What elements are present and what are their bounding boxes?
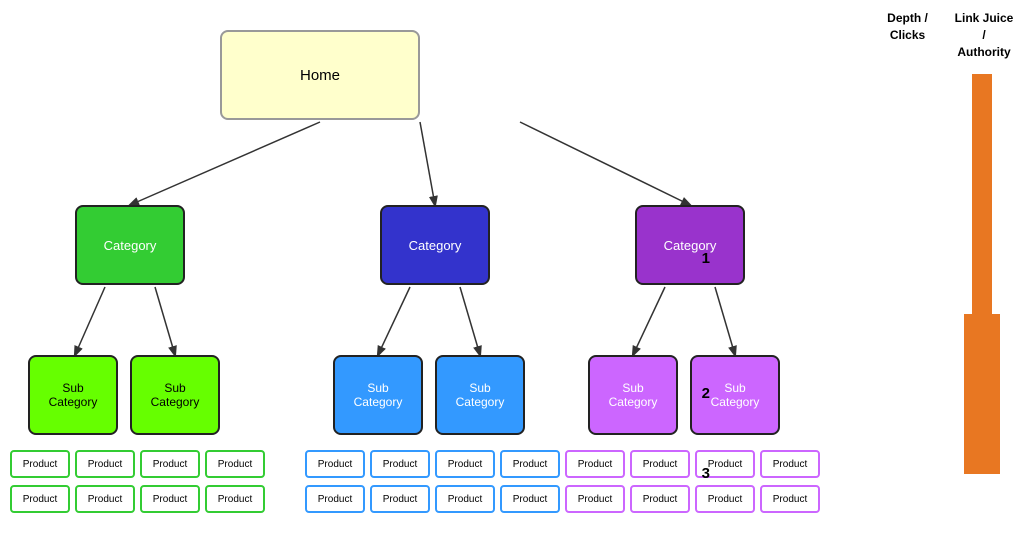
subcategory-1a-label: SubCategory bbox=[49, 381, 98, 409]
product-b2: Product bbox=[370, 450, 430, 478]
product-b8: Product bbox=[500, 485, 560, 513]
product-p1: Product bbox=[565, 450, 625, 478]
subcategory-2a-label: SubCategory bbox=[354, 381, 403, 409]
product-b7: Product bbox=[435, 485, 495, 513]
product-b4: Product bbox=[500, 450, 560, 478]
product-p5: Product bbox=[565, 485, 625, 513]
depth-label-2: 2 bbox=[702, 385, 710, 402]
subcategory-node-2b: SubCategory bbox=[435, 355, 525, 435]
home-label: Home bbox=[300, 67, 340, 84]
product-g1: Product bbox=[10, 450, 70, 478]
product-g2: Product bbox=[75, 450, 135, 478]
product-p6: Product bbox=[630, 485, 690, 513]
category-node-3: Category bbox=[635, 205, 745, 285]
subcategory-node-1a: SubCategory bbox=[28, 355, 118, 435]
product-g8: Product bbox=[205, 485, 265, 513]
product-g4: Product bbox=[205, 450, 265, 478]
link-juice-label: Link Juice /Authority bbox=[952, 10, 1017, 60]
product-g7: Product bbox=[140, 485, 200, 513]
orange-arrow-svg bbox=[964, 74, 1000, 474]
product-b3: Product bbox=[435, 450, 495, 478]
subcategory-3b-label: SubCategory bbox=[711, 381, 760, 409]
subcategory-1b-label: SubCategory bbox=[151, 381, 200, 409]
depth-clicks-label: Depth /Clicks bbox=[878, 10, 938, 60]
category-node-1: Category bbox=[75, 205, 185, 285]
product-g6: Product bbox=[75, 485, 135, 513]
subcategory-node-3a: SubCategory bbox=[588, 355, 678, 435]
product-p7: Product bbox=[695, 485, 755, 513]
depth-label-1: 1 bbox=[702, 250, 710, 267]
product-g3: Product bbox=[140, 450, 200, 478]
category-node-2: Category bbox=[380, 205, 490, 285]
product-p2: Product bbox=[630, 450, 690, 478]
subcategory-node-2a: SubCategory bbox=[333, 355, 423, 435]
subcategory-3a-label: SubCategory bbox=[609, 381, 658, 409]
product-b5: Product bbox=[305, 485, 365, 513]
diagram-area: Home Category Category Category SubCateg… bbox=[0, 0, 870, 536]
depth-label-3: 3 bbox=[702, 465, 710, 482]
category-2-label: Category bbox=[409, 238, 462, 253]
product-p8: Product bbox=[760, 485, 820, 513]
sidebar: Depth /Clicks Link Juice /Authority bbox=[870, 0, 1024, 536]
product-b1: Product bbox=[305, 450, 365, 478]
product-p4: Product bbox=[760, 450, 820, 478]
product-g5: Product bbox=[10, 485, 70, 513]
product-b6: Product bbox=[370, 485, 430, 513]
subcategory-node-1b: SubCategory bbox=[130, 355, 220, 435]
home-node: Home bbox=[220, 30, 420, 120]
category-1-label: Category bbox=[104, 238, 157, 253]
subcategory-2b-label: SubCategory bbox=[456, 381, 505, 409]
